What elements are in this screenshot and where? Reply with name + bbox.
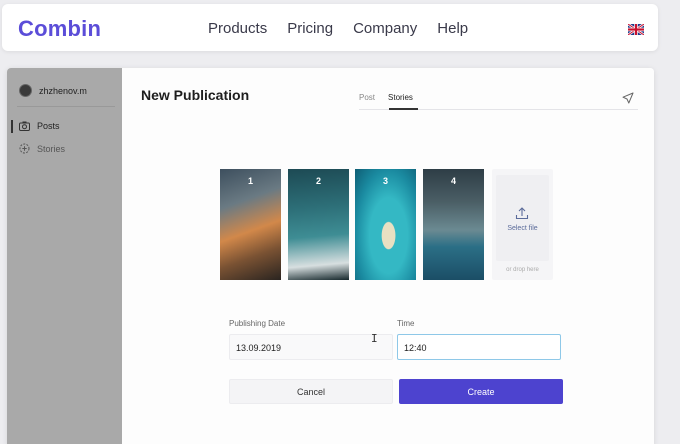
publishing-date-input[interactable]: 13.09.2019 (229, 334, 393, 360)
sidebar-item-label: Stories (37, 143, 66, 154)
media-number: 4 (450, 176, 456, 186)
account-switcher[interactable]: zhzhenov.m (19, 84, 87, 97)
page-title: New Publication (141, 87, 250, 103)
active-indicator (11, 120, 13, 133)
drop-here-label: or drop here (506, 267, 539, 273)
sidebar: zhzhenov.m Posts Stories (7, 68, 122, 444)
sidebar-item-posts[interactable]: Posts (19, 121, 60, 131)
publication-type-tabs: Post Stories (359, 93, 413, 102)
nav-company[interactable]: Company (353, 20, 417, 37)
publishing-date-label: Publishing Date (229, 319, 286, 328)
app-window: zhzhenov.m Posts Stories New Publication… (7, 68, 654, 444)
sidebar-divider (17, 106, 115, 107)
nav-help[interactable]: Help (437, 20, 468, 37)
story-media-2[interactable]: 2 (288, 169, 349, 280)
avatar (19, 84, 32, 97)
upload-dropzone[interactable]: Select file or drop here (492, 169, 553, 280)
publication-panel: New Publication Post Stories 1 2 3 4 Sel… (122, 68, 654, 444)
upload-icon (515, 207, 529, 220)
nav-pricing[interactable]: Pricing (287, 20, 333, 37)
media-number: 3 (382, 176, 388, 186)
account-name: zhzhenov.m (39, 85, 87, 96)
camera-icon (19, 121, 30, 131)
tab-post[interactable]: Post (359, 93, 375, 102)
time-label: Time (397, 319, 415, 328)
media-number: 2 (315, 176, 321, 186)
active-tab-underline (389, 108, 418, 110)
stories-icon (19, 143, 30, 154)
story-media-4[interactable]: 4 (423, 169, 484, 280)
select-file-label: Select file (507, 225, 538, 232)
main-nav: Products Pricing Company Help (208, 20, 468, 37)
send-icon[interactable] (622, 92, 634, 104)
time-input[interactable]: 12:40 (397, 334, 561, 360)
combin-logo[interactable]: Combin (18, 16, 101, 42)
uk-flag-icon[interactable] (628, 24, 644, 35)
tab-stories[interactable]: Stories (388, 93, 413, 102)
media-number: 1 (247, 176, 253, 186)
nav-products[interactable]: Products (208, 20, 267, 37)
story-media-1[interactable]: 1 (220, 169, 281, 280)
sidebar-item-stories[interactable]: Stories (19, 143, 65, 154)
story-media-3[interactable]: 3 (355, 169, 416, 280)
upload-area[interactable]: Select file (496, 175, 549, 261)
create-button[interactable]: Create (399, 379, 563, 404)
top-navigation-bar: Combin Products Pricing Company Help (2, 4, 658, 51)
sidebar-item-label: Posts (37, 121, 60, 131)
cancel-button[interactable]: Cancel (229, 379, 393, 404)
text-cursor-icon: I (371, 332, 378, 345)
